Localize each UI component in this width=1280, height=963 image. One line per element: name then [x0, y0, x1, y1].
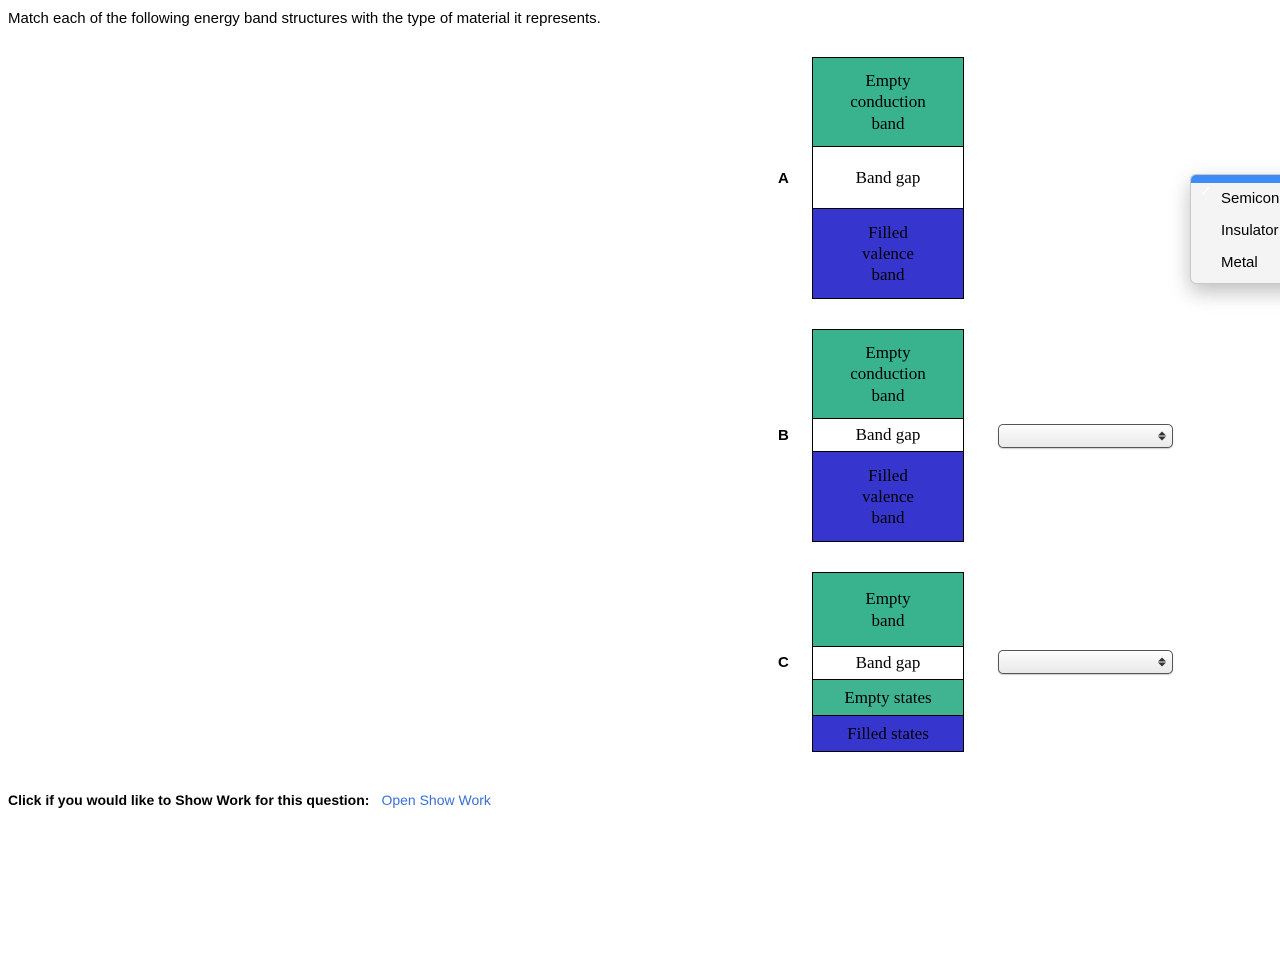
- show-work-link[interactable]: Open Show Work: [381, 792, 490, 808]
- dropdown-option-label: Insulator: [1221, 222, 1279, 239]
- dropdown-option[interactable]: Semiconductor: [1191, 183, 1280, 215]
- band-segment: Empty states: [812, 680, 964, 716]
- row-label: A: [778, 170, 796, 187]
- diagram-row: B EmptyconductionbandBand gapFilledvalenc…: [778, 329, 1272, 542]
- band-segment: Band gap: [812, 419, 964, 452]
- band-segment: Band gap: [812, 147, 964, 209]
- band-segment: Filledvalenceband: [812, 452, 964, 542]
- dropdown-option[interactable]: ✓: [1191, 175, 1280, 183]
- band-segment: Filledvalenceband: [812, 209, 964, 299]
- row-label: B: [778, 427, 796, 444]
- band-diagram: EmptyconductionbandBand gapFilledvalence…: [812, 329, 964, 542]
- band-segment: Filled states: [812, 716, 964, 752]
- band-segment: Emptyconductionband: [812, 57, 964, 147]
- diagram-list: AEmptyconductionbandBand gapFilledvalenc…: [778, 57, 1272, 752]
- band-segment: Band gap: [812, 647, 964, 680]
- dropdown-option[interactable]: Metal: [1191, 247, 1280, 279]
- dropdown-option-label: Semiconductor: [1221, 190, 1280, 207]
- stepper-arrows-icon: [1158, 658, 1166, 667]
- material-dropdown-open[interactable]: ✓ Semiconductor Insulator Metal: [1190, 174, 1280, 284]
- band-segment: Emptyconductionband: [812, 329, 964, 419]
- footer-prompt: Click if you would like to Show Work for…: [8, 792, 369, 808]
- band-diagram: EmptybandBand gapEmpty statesFilled stat…: [812, 572, 964, 752]
- dropdown-option-label: Metal: [1221, 254, 1258, 271]
- diagram-row: C EmptybandBand gapEmpty statesFilled sta…: [778, 572, 1272, 752]
- diagram-row: A EmptyconductionbandBand gapFilledvalenc…: [778, 57, 1272, 299]
- material-dropdown[interactable]: [998, 650, 1173, 674]
- footer-prompt-row: Click if you would like to Show Work for…: [8, 792, 1272, 808]
- dropdown-option[interactable]: Insulator: [1191, 215, 1280, 247]
- stepper-arrows-icon: [1158, 431, 1166, 440]
- material-dropdown[interactable]: [998, 424, 1173, 448]
- question-text: Match each of the following energy band …: [8, 10, 1272, 27]
- band-diagram: EmptyconductionbandBand gapFilledvalence…: [812, 57, 964, 299]
- band-segment: Emptyband: [812, 572, 964, 647]
- row-label: C: [778, 654, 796, 671]
